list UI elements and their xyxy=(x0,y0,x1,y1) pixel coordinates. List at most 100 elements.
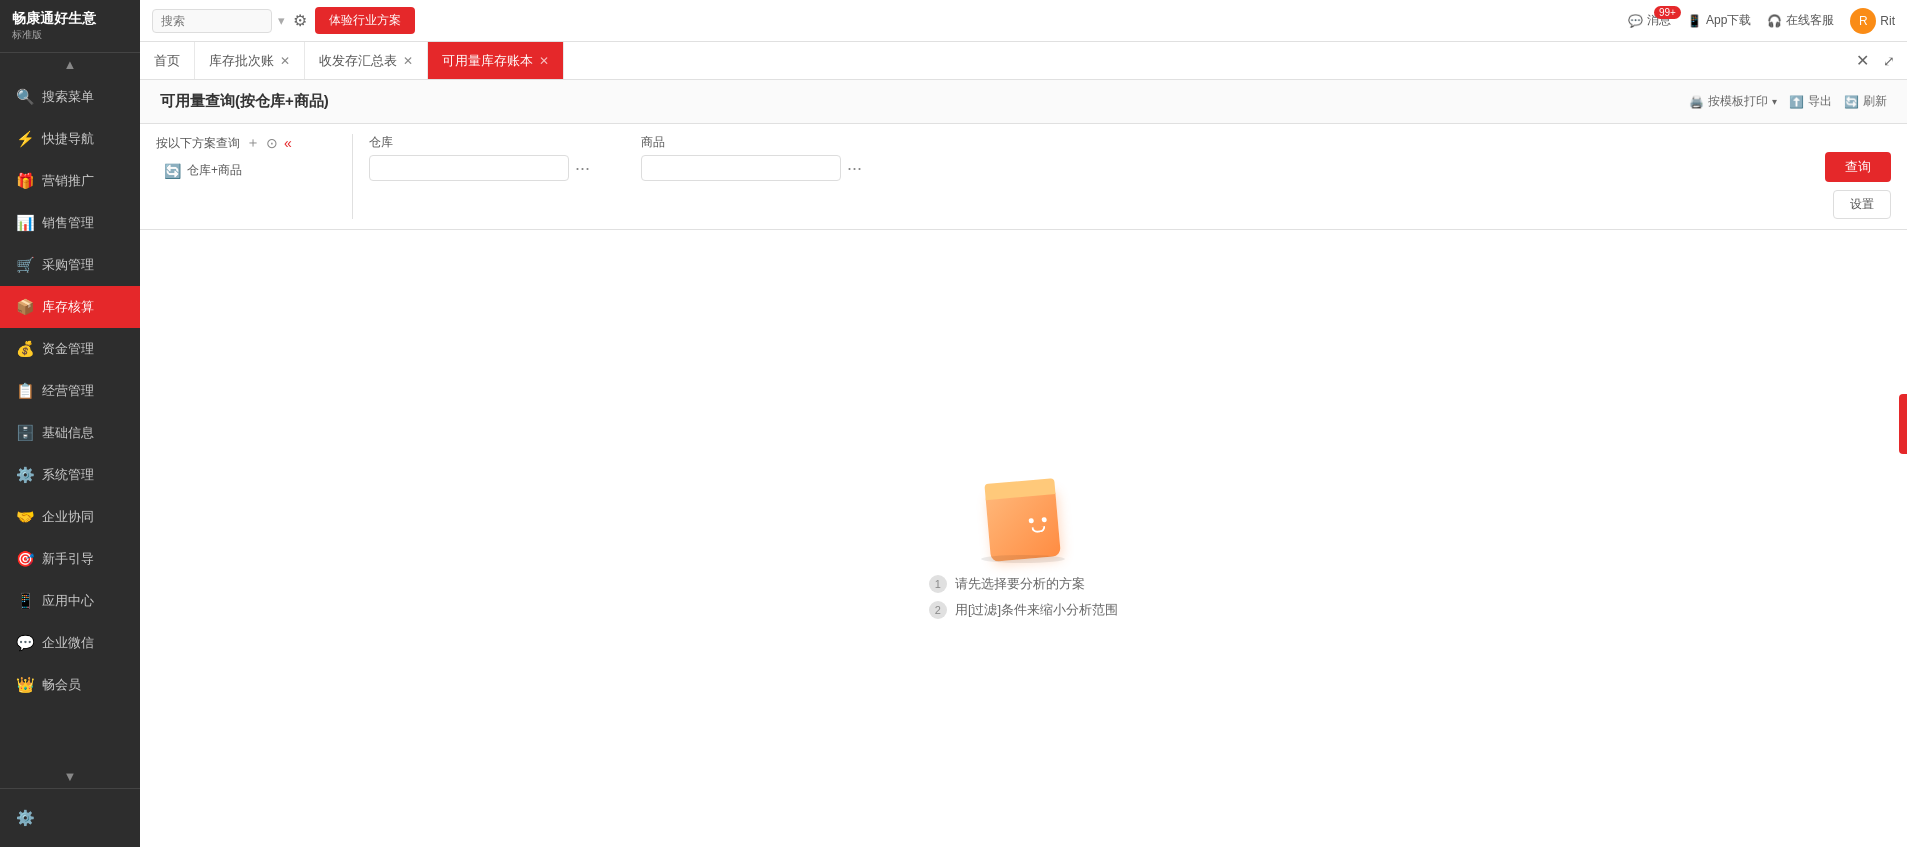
operations-icon: 📋 xyxy=(16,382,34,400)
scheme-warehouse-goods[interactable]: 🔄 仓库+商品 xyxy=(156,158,336,183)
empty-hints: 1 请先选择要分析的方案 2 用[过滤]条件来缩小分析范围 xyxy=(929,575,1118,619)
settings-button[interactable]: 设置 xyxy=(1833,190,1891,219)
tab-available-qty[interactable]: 可用量库存账本 ✕ xyxy=(428,42,564,80)
refresh-btn[interactable]: 🔄 刷新 xyxy=(1844,93,1887,110)
sidebar: 畅康通好生意 标准版 ▲ 🔍 搜索菜单 ⚡ 快捷导航 🎁 营销推广 📊 销售管理… xyxy=(0,0,140,847)
page-header-actions: 🖨️ 按模板打印 ▾ ⬆️ 导出 🔄 刷新 xyxy=(1689,93,1887,110)
sidebar-item-label: 企业协同 xyxy=(42,508,94,526)
filter-inputs-area: 仓库 ··· 商品 ··· xyxy=(369,134,1813,181)
purchase-icon: 🛒 xyxy=(16,256,34,274)
app-download-btn[interactable]: 📱 App下载 xyxy=(1687,12,1751,29)
scheme-label: 仓库+商品 xyxy=(187,162,242,179)
print-label: 按模板打印 xyxy=(1708,93,1768,110)
dropdown-icon[interactable]: ▾ xyxy=(278,13,285,28)
sidebar-item-marketing[interactable]: 🎁 营销推广 xyxy=(0,160,140,202)
print-dropdown-icon[interactable]: ▾ xyxy=(1772,96,1777,107)
tab-recv-summary[interactable]: 收发存汇总表 ✕ xyxy=(305,42,428,80)
tab-batch-ledger[interactable]: 库存批次账 ✕ xyxy=(195,42,305,80)
warehouse-label: 仓库 xyxy=(369,134,629,151)
sidebar-item-enterprise[interactable]: 🤝 企业协同 xyxy=(0,496,140,538)
tab-close-batch-ledger[interactable]: ✕ xyxy=(280,54,290,68)
empty-illustration xyxy=(973,459,1073,559)
sidebar-item-operations[interactable]: 📋 经营管理 xyxy=(0,370,140,412)
online-service-btn[interactable]: 🎧 在线客服 xyxy=(1767,12,1834,29)
tab-close-available-qty[interactable]: ✕ xyxy=(539,54,549,68)
right-scroll-hint xyxy=(1899,394,1907,454)
box-eye-right xyxy=(1042,516,1047,521)
export-label: 导出 xyxy=(1808,93,1832,110)
tab-close-recv-summary[interactable]: ✕ xyxy=(403,54,413,68)
sidebar-item-label: 资金管理 xyxy=(42,340,94,358)
goods-more-btn[interactable]: ··· xyxy=(847,158,862,179)
warehouse-more-btn[interactable]: ··· xyxy=(575,158,590,179)
warehouse-input[interactable] xyxy=(369,155,569,181)
goods-input-row: ··· xyxy=(641,155,901,181)
filter-btn-group: 查询 设置 xyxy=(1825,134,1891,219)
scheme-icon: 🔄 xyxy=(164,163,181,179)
tab-home[interactable]: 首页 xyxy=(140,42,195,80)
sidebar-item-label: 库存核算 xyxy=(42,298,94,316)
user-menu[interactable]: R Rit xyxy=(1850,8,1895,34)
topbar-search-area: ▾ xyxy=(152,9,285,33)
search-nav-icon: 🔍 xyxy=(16,88,34,106)
sidebar-item-label: 销售管理 xyxy=(42,214,94,232)
hint-num-2: 2 xyxy=(929,601,947,619)
sidebar-item-purchase[interactable]: 🛒 采购管理 xyxy=(0,244,140,286)
scheme-title-label: 按以下方案查询 xyxy=(156,135,240,152)
industry-btn[interactable]: 体验行业方案 xyxy=(315,7,415,34)
sidebar-item-basic-info[interactable]: 🗄️ 基础信息 xyxy=(0,412,140,454)
hint-text-2: 用[过滤]条件来缩小分析范围 xyxy=(955,601,1118,619)
sidebar-item-label: 新手引导 xyxy=(42,550,94,568)
tab-available-qty-label: 可用量库存账本 xyxy=(442,52,533,70)
sidebar-item-search[interactable]: 🔍 搜索菜单 xyxy=(0,76,140,118)
empty-state: 1 请先选择要分析的方案 2 用[过滤]条件来缩小分析范围 xyxy=(929,459,1118,619)
hint-num-1: 1 xyxy=(929,575,947,593)
goods-input[interactable] xyxy=(641,155,841,181)
print-btn[interactable]: 🖨️ 按模板打印 ▾ xyxy=(1689,93,1777,110)
add-scheme-icon[interactable]: ＋ xyxy=(246,134,260,152)
content-area: 1 请先选择要分析的方案 2 用[过滤]条件来缩小分析范围 xyxy=(140,230,1907,847)
sidebar-item-shortcut[interactable]: ⚡ 快捷导航 xyxy=(0,118,140,160)
headset-icon: 🎧 xyxy=(1767,14,1782,28)
sidebar-scroll-up[interactable]: ▲ xyxy=(0,53,140,76)
inventory-icon: 📦 xyxy=(16,298,34,316)
empty-shadow xyxy=(981,555,1065,563)
newbie-icon: 🎯 xyxy=(16,550,34,568)
collapse-scheme-icon[interactable]: « xyxy=(284,135,292,151)
tabs-bar: 首页 库存批次账 ✕ 收发存汇总表 ✕ 可用量库存账本 ✕ ✕ ⤢ xyxy=(140,42,1907,80)
sidebar-item-finance[interactable]: 💰 资金管理 xyxy=(0,328,140,370)
print-icon: 🖨️ xyxy=(1689,95,1704,109)
expand-tab-btn[interactable]: ⤢ xyxy=(1879,51,1899,71)
close-tab-btn[interactable]: ✕ xyxy=(1852,49,1873,72)
avatar: R xyxy=(1850,8,1876,34)
notifications-btn[interactable]: 💬 消息 99+ xyxy=(1628,12,1671,29)
sidebar-item-newbie[interactable]: 🎯 新手引导 xyxy=(0,538,140,580)
basic-info-icon: 🗄️ xyxy=(16,424,34,442)
tab-batch-ledger-label: 库存批次账 xyxy=(209,52,274,70)
gear-icon[interactable]: ⚙ xyxy=(293,11,307,30)
export-btn[interactable]: ⬆️ 导出 xyxy=(1789,93,1832,110)
warehouse-filter-group: 仓库 ··· xyxy=(369,134,629,181)
manage-scheme-icon[interactable]: ⊙ xyxy=(266,135,278,151)
sidebar-item-system[interactable]: ⚙️ 系统管理 xyxy=(0,454,140,496)
sidebar-settings[interactable]: ⚙️ xyxy=(0,797,140,839)
sidebar-item-member[interactable]: 👑 畅会员 xyxy=(0,664,140,706)
query-button[interactable]: 查询 xyxy=(1825,152,1891,182)
enterprise-wechat-icon: 💬 xyxy=(16,634,34,652)
sidebar-item-sales[interactable]: 📊 销售管理 xyxy=(0,202,140,244)
phone-icon: 📱 xyxy=(1687,14,1702,28)
sidebar-item-enterprise-wechat[interactable]: 💬 企业微信 xyxy=(0,622,140,664)
search-input[interactable] xyxy=(152,9,272,33)
goods-label: 商品 xyxy=(641,134,901,151)
tab-home-label: 首页 xyxy=(154,52,180,70)
sidebar-item-label: 企业微信 xyxy=(42,634,94,652)
topbar: ▾ ⚙ 体验行业方案 💬 消息 99+ 📱 App下载 🎧 在线客服 R Rit xyxy=(140,0,1907,42)
sidebar-item-label: 营销推广 xyxy=(42,172,94,190)
sidebar-item-label: 搜索菜单 xyxy=(42,88,94,106)
filter-divider xyxy=(352,134,353,219)
shortcut-icon: ⚡ xyxy=(16,130,34,148)
tab-recv-summary-label: 收发存汇总表 xyxy=(319,52,397,70)
sidebar-item-inventory[interactable]: 📦 库存核算 xyxy=(0,286,140,328)
sidebar-item-app-center[interactable]: 📱 应用中心 xyxy=(0,580,140,622)
sidebar-scroll-down[interactable]: ▼ xyxy=(0,765,140,788)
